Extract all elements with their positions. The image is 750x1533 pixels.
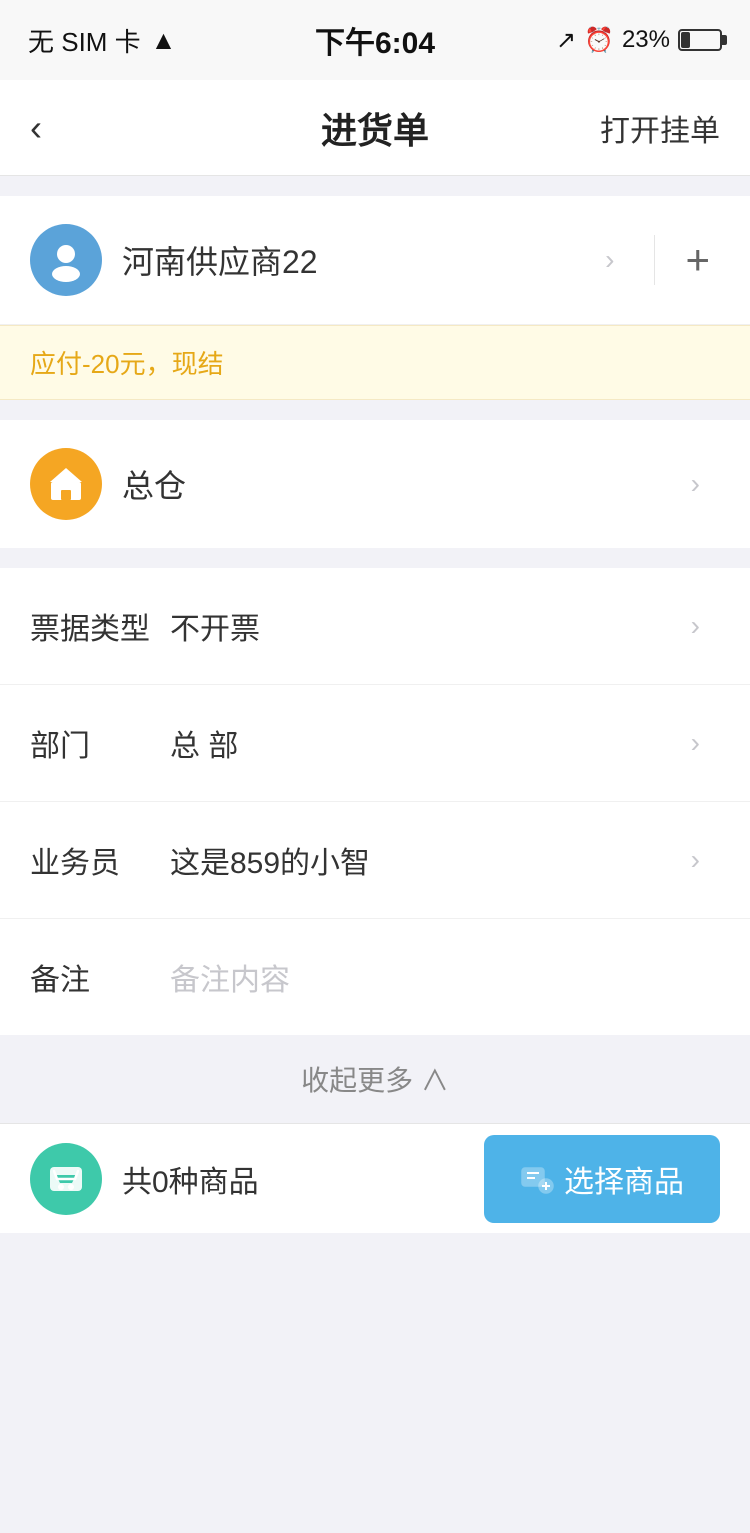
warehouse-icon-wrap — [30, 448, 102, 520]
department-label: 部门 — [30, 721, 170, 765]
status-bar: 无 SIM 卡 ▲ 下午6:04 ↗ ⏰ 23% — [0, 0, 750, 80]
select-product-icon — [520, 1162, 554, 1196]
department-value: 总 部 — [170, 721, 691, 765]
invoice-type-chevron-icon: › — [691, 610, 700, 642]
warehouse-chevron-icon: › — [691, 468, 700, 500]
department-row[interactable]: 部门 总 部 › — [0, 685, 750, 802]
remark-input[interactable]: 备注内容 — [170, 955, 720, 999]
gap-1 — [0, 176, 750, 196]
supplier-card: 河南供应商22 › + 应付-20元，现结 — [0, 196, 750, 400]
department-chevron-icon: › — [691, 727, 700, 759]
invoice-type-label: 票据类型 — [30, 604, 170, 648]
salesperson-label: 业务员 — [30, 838, 170, 882]
remark-label: 备注 — [30, 955, 170, 999]
nav-bar: ‹ 进货单 打开挂单 — [0, 80, 750, 176]
warehouse-name: 总仓 — [122, 461, 691, 507]
invoice-type-row[interactable]: 票据类型 不开票 › — [0, 568, 750, 685]
salesperson-row[interactable]: 业务员 这是859的小智 › — [0, 802, 750, 919]
supplier-row[interactable]: 河南供应商22 › + — [0, 196, 750, 325]
status-time: 下午6:04 — [315, 18, 435, 62]
open-pending-button[interactable]: 打开挂单 — [600, 106, 720, 150]
remark-row[interactable]: 备注 备注内容 — [0, 919, 750, 1035]
avatar-icon — [44, 238, 88, 282]
page-title: 进货单 — [321, 102, 429, 154]
gap-3 — [0, 548, 750, 568]
alarm-icon: ⏰ — [584, 26, 614, 55]
battery-icon — [678, 29, 722, 51]
supplier-avatar — [30, 224, 102, 296]
divider — [654, 235, 655, 285]
warehouse-row[interactable]: 总仓 › — [0, 420, 750, 548]
warehouse-icon — [46, 464, 86, 504]
salesperson-value: 这是859的小智 — [170, 838, 691, 882]
location-icon: ↗ — [556, 26, 576, 55]
select-product-button[interactable]: 选择商品 — [484, 1135, 720, 1223]
carrier-text: 无 SIM 卡 — [28, 22, 141, 59]
wifi-icon: ▲ — [151, 25, 177, 56]
salesperson-chevron-icon: › — [691, 844, 700, 876]
supplier-chevron-icon: › — [605, 244, 614, 276]
add-supplier-button[interactable]: + — [675, 236, 720, 284]
select-product-label: 选择商品 — [564, 1157, 684, 1201]
bottom-bar: 共0种商品 选择商品 — [0, 1123, 750, 1233]
cart-icon-wrap — [30, 1143, 102, 1215]
collapse-text: 收起更多 ∧ — [301, 1059, 449, 1099]
battery-percent: 23% — [622, 26, 670, 54]
cart-icon — [46, 1159, 86, 1199]
status-right: ↗ ⏰ 23% — [556, 26, 722, 55]
notice-text: 应付-20元，现结 — [30, 349, 224, 379]
form-section: 票据类型 不开票 › 部门 总 部 › 业务员 这是859的小智 › 备注 备注… — [0, 568, 750, 1035]
product-count-text: 共0种商品 — [122, 1157, 484, 1201]
supplier-name: 河南供应商22 — [122, 237, 605, 283]
back-button[interactable]: ‹ — [30, 107, 90, 149]
page-background — [0, 1233, 750, 1533]
collapse-bar[interactable]: 收起更多 ∧ — [0, 1035, 750, 1123]
gap-2 — [0, 400, 750, 420]
status-left: 无 SIM 卡 ▲ — [28, 22, 176, 59]
notice-bar: 应付-20元，现结 — [0, 325, 750, 400]
warehouse-card[interactable]: 总仓 › — [0, 420, 750, 548]
invoice-type-value: 不开票 — [170, 604, 691, 648]
